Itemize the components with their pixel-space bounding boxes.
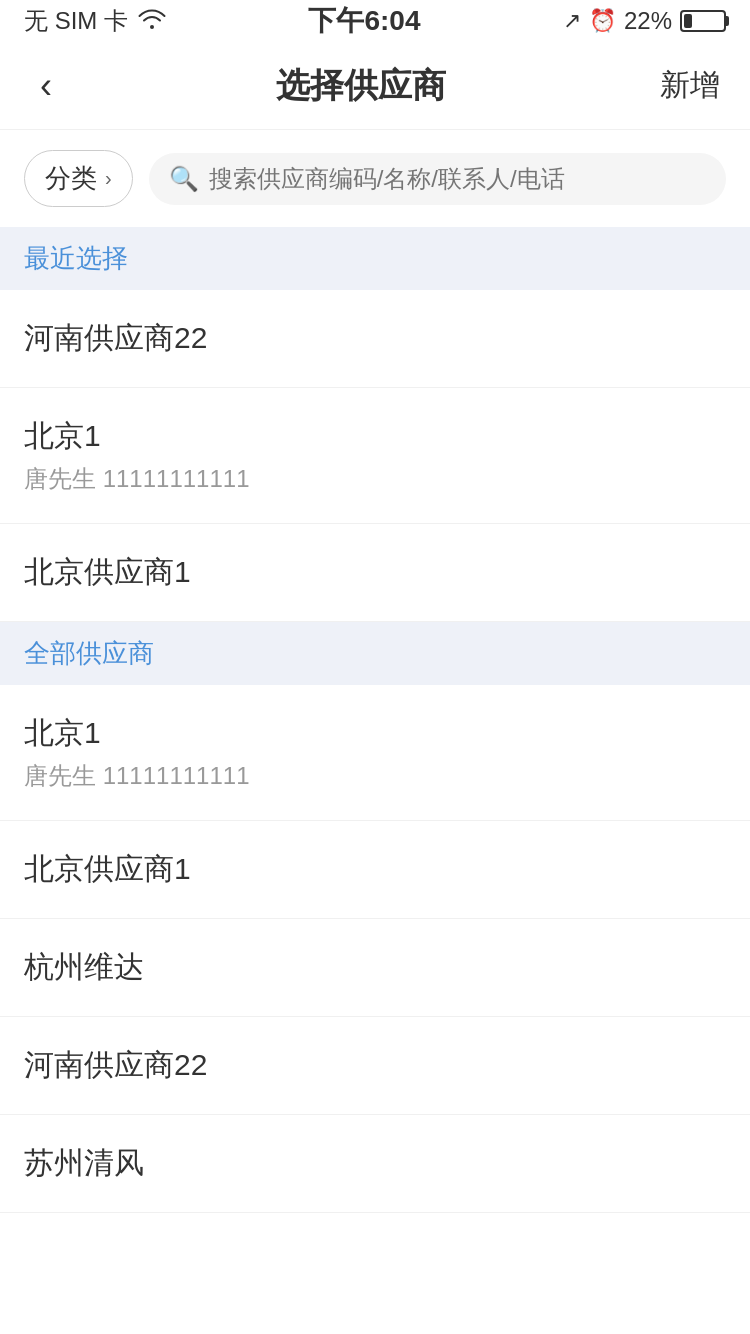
wifi-icon — [138, 7, 166, 35]
nav-bar: ‹ 选择供应商 新增 — [0, 42, 750, 130]
battery-percent: 22% — [624, 7, 672, 35]
category-arrow-icon: › — [105, 167, 112, 190]
item-sub: 唐先生 11111111111 — [24, 760, 726, 792]
all-section-header: 全部供应商 — [0, 622, 750, 685]
list-item[interactable]: 北京供应商1 — [0, 821, 750, 919]
list-item[interactable]: 北京1 唐先生 11111111111 — [0, 388, 750, 524]
item-name: 河南供应商22 — [24, 1045, 726, 1086]
list-item[interactable]: 北京供应商1 — [0, 524, 750, 622]
item-name: 北京1 — [24, 416, 726, 457]
list-item[interactable]: 河南供应商22 — [0, 290, 750, 388]
back-button[interactable]: ‹ — [30, 55, 62, 117]
list-item[interactable]: 苏州清风 — [0, 1115, 750, 1213]
recent-section-header: 最近选择 — [0, 227, 750, 290]
search-bar: 分类 › 🔍 — [0, 130, 750, 227]
item-sub: 唐先生 11111111111 — [24, 463, 726, 495]
item-name: 北京供应商1 — [24, 849, 726, 890]
category-button[interactable]: 分类 › — [24, 150, 133, 207]
alarm-icon: ⏰ — [589, 8, 616, 34]
list-item[interactable]: 北京1 唐先生 11111111111 — [0, 685, 750, 821]
all-section-label: 全部供应商 — [24, 638, 154, 668]
battery-icon — [680, 10, 726, 32]
status-time: 下午6:04 — [308, 2, 420, 40]
search-input-wrap[interactable]: 🔍 — [149, 153, 726, 205]
item-name: 杭州维达 — [24, 947, 726, 988]
all-items-list: 北京1 唐先生 11111111111 北京供应商1 杭州维达 河南供应商22 … — [0, 685, 750, 1213]
item-name: 苏州清风 — [24, 1143, 726, 1184]
no-sim-label: 无 SIM 卡 — [24, 5, 128, 37]
location-icon: ↗ — [563, 8, 581, 34]
status-right: ↗ ⏰ 22% — [563, 7, 726, 35]
list-item[interactable]: 杭州维达 — [0, 919, 750, 1017]
page-title: 选择供应商 — [276, 63, 446, 109]
add-button[interactable]: 新增 — [660, 65, 720, 106]
category-label: 分类 — [45, 161, 97, 196]
item-name: 河南供应商22 — [24, 318, 726, 359]
recent-items-list: 河南供应商22 北京1 唐先生 11111111111 北京供应商1 — [0, 290, 750, 622]
item-name: 北京1 — [24, 713, 726, 754]
status-left: 无 SIM 卡 — [24, 5, 166, 37]
item-name: 北京供应商1 — [24, 552, 726, 593]
recent-section-label: 最近选择 — [24, 243, 128, 273]
search-icon: 🔍 — [169, 165, 199, 193]
status-bar: 无 SIM 卡 下午6:04 ↗ ⏰ 22% — [0, 0, 750, 42]
search-input[interactable] — [209, 165, 706, 193]
list-item[interactable]: 河南供应商22 — [0, 1017, 750, 1115]
